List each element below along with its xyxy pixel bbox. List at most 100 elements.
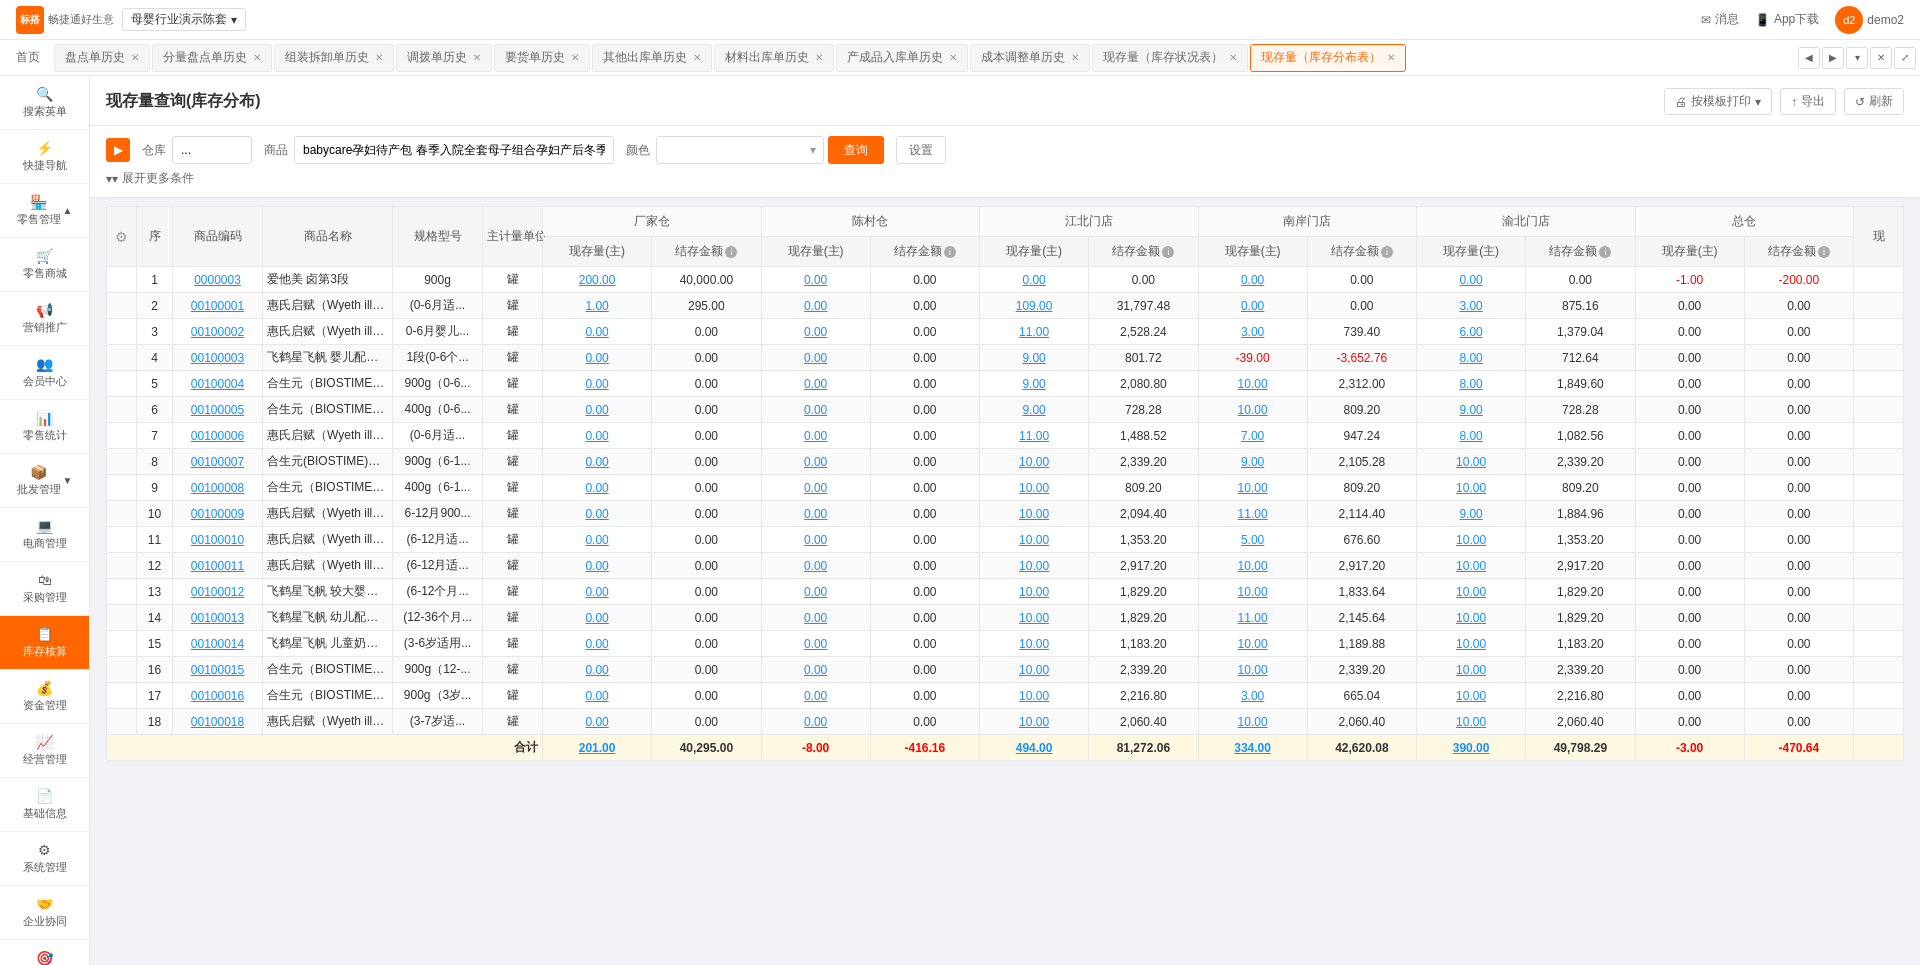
- row-yb-qty[interactable]: 3.00: [1417, 293, 1526, 319]
- row-fw-qty[interactable]: 200.00: [543, 267, 652, 293]
- tab-material-out-close[interactable]: ✕: [815, 52, 823, 63]
- sidebar-item-base[interactable]: 📄 基础信息: [0, 778, 89, 832]
- row-sc-qty[interactable]: 0.00: [761, 553, 870, 579]
- row-jb-qty[interactable]: 9.00: [980, 397, 1089, 423]
- filter-collapse-btn[interactable]: ▶: [106, 138, 130, 162]
- row-code[interactable]: 00100005: [173, 397, 263, 423]
- row-sc-qty[interactable]: 0.00: [761, 579, 870, 605]
- summary-na-qty[interactable]: 334.00: [1198, 735, 1307, 761]
- sidebar-item-purchase[interactable]: 🛍 采购管理: [0, 562, 89, 616]
- row-jb-qty[interactable]: 10.00: [980, 527, 1089, 553]
- row-fw-qty[interactable]: 0.00: [543, 631, 652, 657]
- goods-input[interactable]: [294, 136, 614, 164]
- row-yb-qty[interactable]: 10.00: [1417, 657, 1526, 683]
- row-yb-qty[interactable]: 10.00: [1417, 579, 1526, 605]
- row-fw-qty[interactable]: 0.00: [543, 501, 652, 527]
- row-na-qty[interactable]: 10.00: [1198, 397, 1307, 423]
- row-na-qty[interactable]: 3.00: [1198, 319, 1307, 345]
- summary-jb-qty[interactable]: 494.00: [980, 735, 1089, 761]
- row-code[interactable]: 00100003: [173, 345, 263, 371]
- row-yb-qty[interactable]: 8.00: [1417, 371, 1526, 397]
- row-code[interactable]: 00100012: [173, 579, 263, 605]
- tab-stock-status-close[interactable]: ✕: [1229, 52, 1237, 63]
- row-jb-qty[interactable]: 10.00: [980, 631, 1089, 657]
- app-download-button[interactable]: 📱 App下载: [1755, 11, 1819, 28]
- row-sc-qty[interactable]: 0.00: [761, 657, 870, 683]
- sidebar-item-marketing[interactable]: 📢 营销推广: [0, 292, 89, 346]
- row-code[interactable]: 00100015: [173, 657, 263, 683]
- row-na-qty[interactable]: 5.00: [1198, 527, 1307, 553]
- row-yb-qty[interactable]: 10.00: [1417, 709, 1526, 735]
- summary-fw-qty[interactable]: 201.00: [543, 735, 652, 761]
- row-sc-qty[interactable]: 0.00: [761, 371, 870, 397]
- tab-stock-dist-close[interactable]: ✕: [1387, 52, 1395, 63]
- query-button[interactable]: 查询: [828, 136, 884, 164]
- sidebar-item-ecommerce[interactable]: 💻 电商管理: [0, 508, 89, 562]
- row-fw-qty[interactable]: 1.00: [543, 293, 652, 319]
- row-sc-qty[interactable]: 0.00: [761, 319, 870, 345]
- export-button[interactable]: ↑ 导出: [1780, 88, 1836, 115]
- row-yb-qty[interactable]: 6.00: [1417, 319, 1526, 345]
- tab-stock-dist[interactable]: 现存量（库存分布表） ✕: [1250, 44, 1406, 72]
- row-sc-qty[interactable]: 0.00: [761, 527, 870, 553]
- tab-cost-adj-close[interactable]: ✕: [1071, 52, 1079, 63]
- row-jb-qty[interactable]: 10.00: [980, 501, 1089, 527]
- row-sc-qty[interactable]: 0.00: [761, 449, 870, 475]
- row-code[interactable]: 00100018: [173, 709, 263, 735]
- tab-stock-status[interactable]: 现存量（库存状况表） ✕: [1092, 44, 1248, 72]
- summary-yb-qty[interactable]: 390.00: [1417, 735, 1526, 761]
- setting-button[interactable]: 设置: [896, 136, 946, 164]
- tab-order[interactable]: 要货单历史 ✕: [494, 44, 590, 72]
- row-jb-qty[interactable]: 10.00: [980, 475, 1089, 501]
- tab-home[interactable]: 首页: [4, 44, 52, 72]
- row-fw-qty[interactable]: 0.00: [543, 319, 652, 345]
- tab-transfer[interactable]: 调拨单历史 ✕: [396, 44, 492, 72]
- row-fw-qty[interactable]: 0.00: [543, 553, 652, 579]
- row-sc-qty[interactable]: 0.00: [761, 631, 870, 657]
- user-area[interactable]: d2 demo2: [1835, 6, 1904, 34]
- row-yb-qty[interactable]: 10.00: [1417, 527, 1526, 553]
- row-na-qty[interactable]: 9.00: [1198, 449, 1307, 475]
- row-sc-qty[interactable]: 0.00: [761, 423, 870, 449]
- tab-inventory2[interactable]: 分量盘点单历史 ✕: [152, 44, 272, 72]
- row-jb-qty[interactable]: 11.00: [980, 423, 1089, 449]
- row-yb-qty[interactable]: 0.00: [1417, 267, 1526, 293]
- row-jb-qty[interactable]: 11.00: [980, 319, 1089, 345]
- row-na-qty[interactable]: 10.00: [1198, 631, 1307, 657]
- row-code[interactable]: 00100014: [173, 631, 263, 657]
- sidebar-item-retail-stats[interactable]: 📊 零售统计: [0, 400, 89, 454]
- sidebar-item-operations[interactable]: 📈 经营管理: [0, 724, 89, 778]
- row-code[interactable]: 00100006: [173, 423, 263, 449]
- tab-inventory[interactable]: 盘点单历史 ✕: [54, 44, 150, 72]
- row-yb-qty[interactable]: 10.00: [1417, 605, 1526, 631]
- row-yb-qty[interactable]: 10.00: [1417, 449, 1526, 475]
- row-jb-qty[interactable]: 10.00: [980, 657, 1089, 683]
- sidebar-item-guide[interactable]: 🎯 新手引导: [0, 940, 89, 965]
- row-yb-qty[interactable]: 10.00: [1417, 475, 1526, 501]
- row-fw-qty[interactable]: 0.00: [543, 397, 652, 423]
- sidebar-item-system[interactable]: ⚙ 系统管理: [0, 832, 89, 886]
- row-fw-qty[interactable]: 0.00: [543, 579, 652, 605]
- row-sc-qty[interactable]: 0.00: [761, 397, 870, 423]
- row-fw-qty[interactable]: 0.00: [543, 423, 652, 449]
- jb-amt-info-icon[interactable]: i: [1162, 246, 1174, 258]
- tab-material-out[interactable]: 材料出库单历史 ✕: [714, 44, 834, 72]
- tab-other-out-close[interactable]: ✕: [693, 52, 701, 63]
- row-code[interactable]: 00100010: [173, 527, 263, 553]
- tab-inventory2-close[interactable]: ✕: [253, 52, 261, 63]
- tab-nav-maximize[interactable]: ⤢: [1894, 47, 1916, 69]
- row-yb-qty[interactable]: 8.00: [1417, 345, 1526, 371]
- sidebar-item-nav[interactable]: ⚡ 快捷导航: [0, 130, 89, 184]
- row-yb-qty[interactable]: 9.00: [1417, 397, 1526, 423]
- tab-nav-next[interactable]: ▶: [1822, 47, 1844, 69]
- row-fw-qty[interactable]: 0.00: [543, 527, 652, 553]
- row-sc-qty[interactable]: 0.00: [761, 475, 870, 501]
- tab-nav-more[interactable]: ▾: [1846, 47, 1868, 69]
- row-code[interactable]: 00100009: [173, 501, 263, 527]
- row-fw-qty[interactable]: 0.00: [543, 605, 652, 631]
- sidebar-item-finance[interactable]: 💰 资金管理: [0, 670, 89, 724]
- row-code[interactable]: 00100016: [173, 683, 263, 709]
- row-code[interactable]: 00100002: [173, 319, 263, 345]
- row-yb-qty[interactable]: 10.00: [1417, 553, 1526, 579]
- row-code[interactable]: 00100013: [173, 605, 263, 631]
